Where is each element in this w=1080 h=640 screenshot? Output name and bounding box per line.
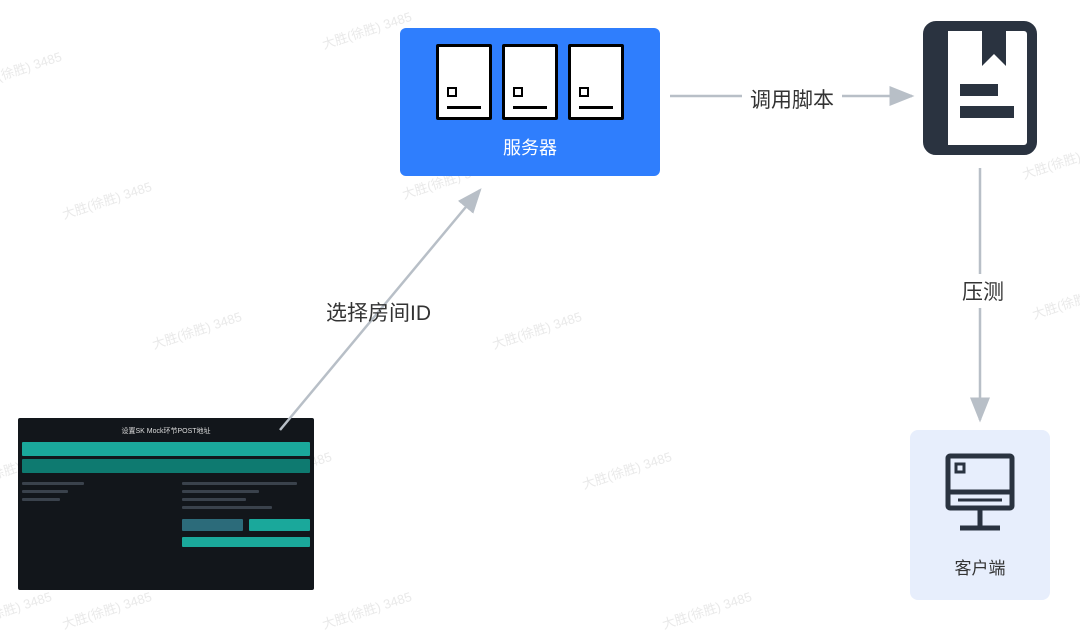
watermark: 大胜(徐胜) 3485 <box>489 306 584 353</box>
book-icon <box>920 18 1040 158</box>
computer-icon <box>942 452 1018 538</box>
config-screenshot: 设置SK Mock环节POST地址 <box>18 418 314 590</box>
server-icons <box>436 44 624 120</box>
label-select-room: 选择房间ID <box>320 295 437 329</box>
server-icon <box>436 44 492 120</box>
diagram-canvas: 大胜(徐胜) 3485 大胜(徐胜) 3485 大胜(徐胜) 3485 大胜(徐… <box>0 0 1080 640</box>
mock-button <box>249 519 310 531</box>
mock-tab <box>22 442 310 456</box>
server-icon <box>568 44 624 120</box>
client-node: 客户端 <box>910 430 1050 600</box>
label-call-script: 调用脚本 <box>742 82 842 116</box>
server-icon <box>502 44 558 120</box>
server-node: 服务器 <box>400 28 660 176</box>
watermark: 大胜(徐胜) 3485 <box>0 586 54 633</box>
watermark: 大胜(徐胜) 3485 <box>59 176 154 223</box>
watermark: 大胜(徐胜) 3485 <box>579 446 674 493</box>
watermark: 大胜(徐胜) 3485 <box>0 46 64 93</box>
watermark: 大胜(徐胜) 3485 <box>1029 276 1080 323</box>
config-title: 设置SK Mock环节POST地址 <box>22 422 310 442</box>
script-node <box>920 18 1040 158</box>
server-label: 服务器 <box>503 134 557 160</box>
client-label: 客户端 <box>955 554 1006 579</box>
mock-tab <box>22 459 310 473</box>
watermark: 大胜(徐胜) 3485 <box>59 586 154 633</box>
watermark: 大胜(徐胜) 3485 <box>659 586 754 633</box>
mock-button <box>182 519 243 531</box>
label-stress-test: 压测 <box>956 274 1010 308</box>
mock-bottom-bar <box>182 537 310 547</box>
watermark: 大胜(徐胜) 3485 <box>149 306 244 353</box>
watermark: 大胜(徐胜) 3485 <box>319 586 414 633</box>
